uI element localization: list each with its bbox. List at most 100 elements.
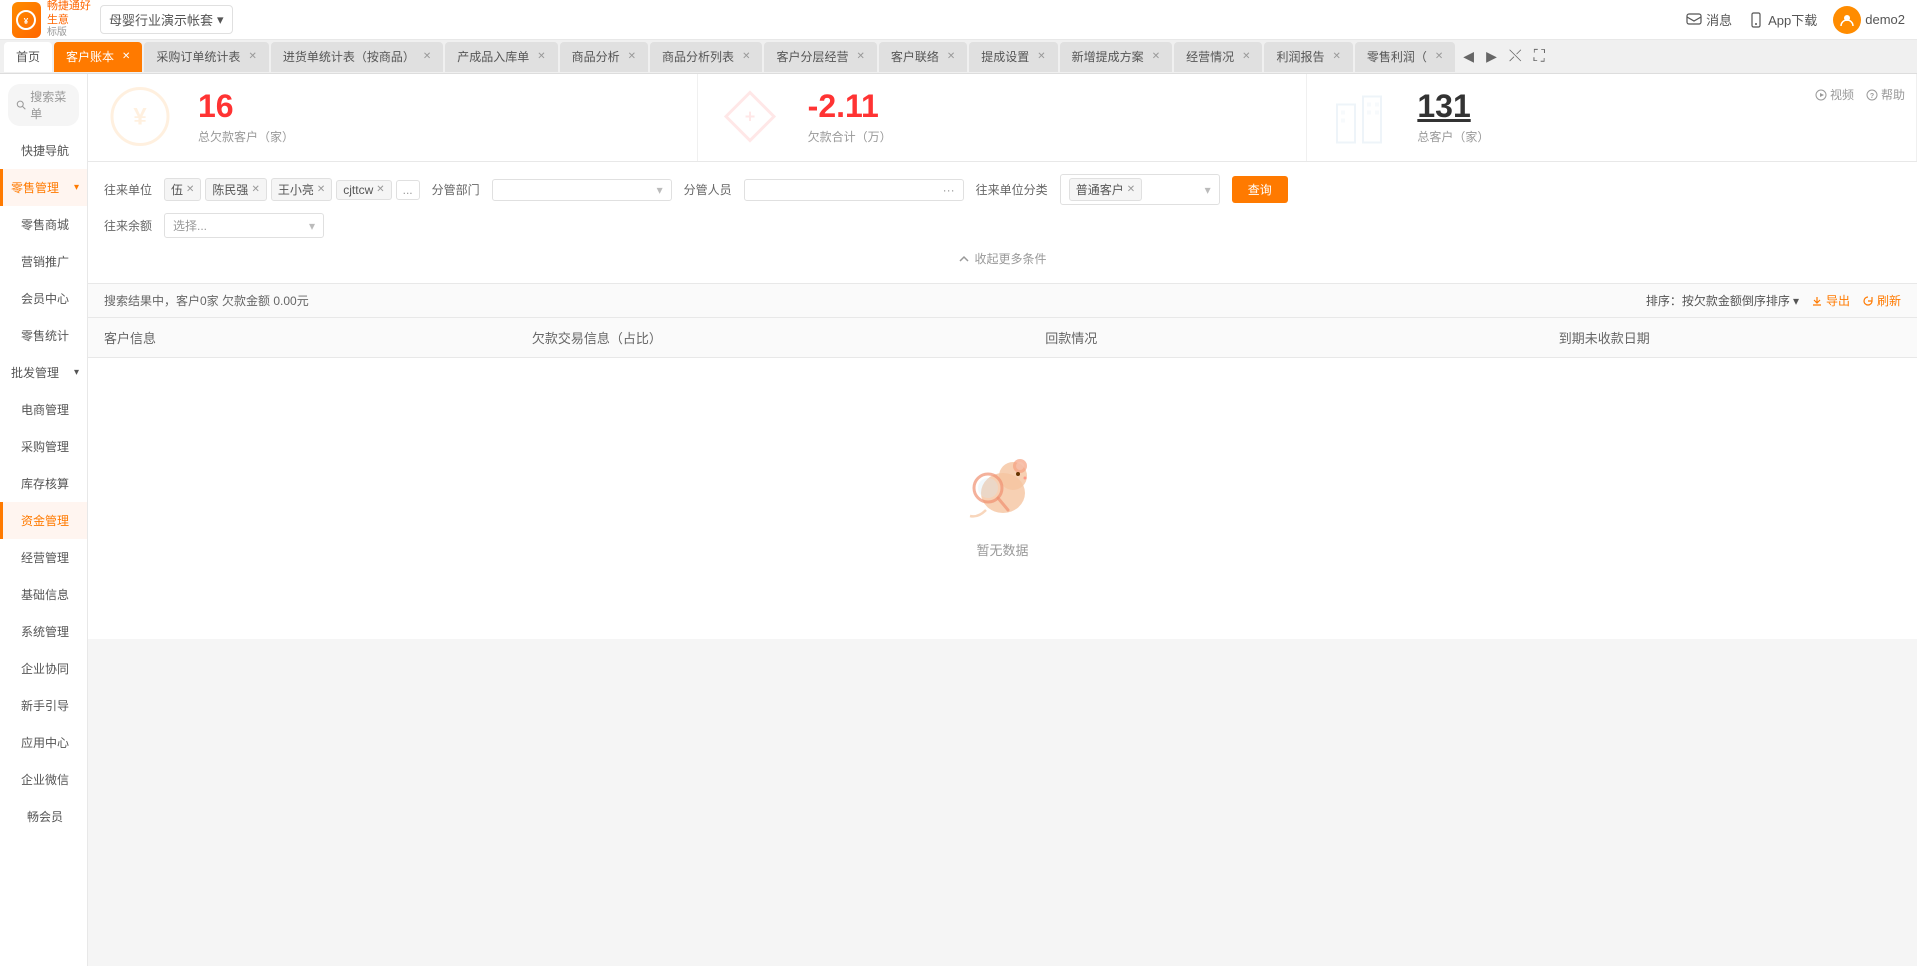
filter-tag-chen[interactable]: 陈民强 ✕ xyxy=(205,178,266,201)
filter-bar: 往来单位 伍 ✕ 陈民强 ✕ 王小亮 ✕ xyxy=(88,162,1917,284)
sidebar-item-quick-nav[interactable]: 快捷导航 xyxy=(0,132,87,169)
sidebar-item-inventory[interactable]: 库存核算 xyxy=(0,465,87,502)
sidebar-item-system[interactable]: 系统管理 xyxy=(0,613,87,650)
tab-customer-tier[interactable]: 客户分层经营 ✕ xyxy=(764,42,876,72)
tab-close-icon[interactable]: ✕ xyxy=(122,51,130,62)
sidebar-item-retail-mall[interactable]: 零售商城 xyxy=(0,206,87,243)
sidebar-item-purchase[interactable]: 采购管理 xyxy=(0,428,87,465)
tab-product-analysis-list[interactable]: 商品分析列表 ✕ xyxy=(650,42,762,72)
video-button[interactable]: 视频 xyxy=(1815,86,1854,103)
tab-close-icon[interactable]: ✕ xyxy=(248,51,256,62)
tab-home[interactable]: 首页 xyxy=(4,42,52,72)
tab-inbound-stats-label: 进货单统计表（按商品） xyxy=(283,48,415,65)
sidebar-item-wholesale[interactable]: 批发管理 ▾ xyxy=(0,354,87,391)
filter-tag-cjttcw[interactable]: cjttcw ✕ xyxy=(336,180,391,200)
collapse-button[interactable]: 收起更多条件 xyxy=(104,246,1901,271)
user-menu[interactable]: demo2 xyxy=(1833,6,1905,34)
help-button[interactable]: ? 帮助 xyxy=(1866,86,1905,103)
refresh-button[interactable]: 刷新 xyxy=(1862,292,1901,309)
tag-close-icon[interactable]: ✕ xyxy=(251,184,259,195)
tag-close-icon[interactable]: ✕ xyxy=(1127,184,1135,195)
tab-nav-prev[interactable]: ◀ xyxy=(1457,48,1480,65)
stat-label-total-customers: 总客户（家） xyxy=(1417,128,1489,145)
tag-close-icon[interactable]: ✕ xyxy=(186,184,194,195)
filter-more-button[interactable]: ... xyxy=(396,180,420,200)
tag-close-icon[interactable]: ✕ xyxy=(317,184,325,195)
sidebar-item-label: 系统管理 xyxy=(21,625,69,639)
tab-business-status-label: 经营情况 xyxy=(1186,48,1234,65)
tab-nav-close-all[interactable]: ⤬ xyxy=(1503,48,1528,66)
stat-value-debt-total: -2.11 xyxy=(808,90,892,122)
sort-dropdown[interactable]: 排序：按欠款金额倒序排序 ▾ xyxy=(1646,292,1799,309)
sidebar-item-retail-stats[interactable]: 零售统计 xyxy=(0,317,87,354)
sidebar-item-member[interactable]: 会员中心 xyxy=(0,280,87,317)
top-header: ¥ 畅捷通好生意 标版 母婴行业演示帐套 ▾ 消息 App下载 xyxy=(0,0,1917,40)
query-button[interactable]: 查询 xyxy=(1232,176,1288,203)
sidebar-item-retail[interactable]: 零售管理 ▾ xyxy=(0,169,87,206)
tab-inbound-stats[interactable]: 进货单统计表（按商品） ✕ xyxy=(271,42,443,72)
sidebar-item-finance[interactable]: 资金管理 xyxy=(0,502,87,539)
tab-product-inbound[interactable]: 产成品入库单 ✕ xyxy=(445,42,557,72)
tab-close-icon[interactable]: ✕ xyxy=(947,51,955,62)
tab-retail-profit[interactable]: 零售利润（ ✕ xyxy=(1355,42,1455,72)
unit-type-tag-label: 普通客户 xyxy=(1076,181,1124,198)
tab-close-icon[interactable]: ✕ xyxy=(537,51,545,62)
tab-product-analysis-label: 商品分析 xyxy=(572,48,620,65)
filter-balance-select[interactable]: 选择... ▾ xyxy=(164,213,324,238)
tab-product-analysis[interactable]: 商品分析 ✕ xyxy=(560,42,648,72)
sidebar-search-box[interactable]: 搜索菜单 xyxy=(8,84,79,126)
tab-close-icon[interactable]: ✕ xyxy=(1333,51,1341,62)
sidebar-item-marketing[interactable]: 营销推广 xyxy=(0,243,87,280)
chevron-icon: ▾ xyxy=(74,182,79,193)
sidebar-item-basic-info[interactable]: 基础信息 xyxy=(0,576,87,613)
filter-dept-select[interactable]: ▾ xyxy=(492,179,672,201)
tab-customer-ledger[interactable]: 客户账本 ✕ xyxy=(54,42,142,72)
tab-add-commission[interactable]: 新增提成方案 ✕ xyxy=(1060,42,1172,72)
sidebar-item-enterprise[interactable]: 企业协同 xyxy=(0,650,87,687)
result-bar: 搜索结果中，客户0家 欠款金额 0.00元 排序：按欠款金额倒序排序 ▾ 导出 xyxy=(88,284,1917,318)
tab-close-icon[interactable]: ✕ xyxy=(1242,51,1250,62)
sidebar-item-label: 库存核算 xyxy=(21,477,69,491)
account-selector[interactable]: 母婴行业演示帐套 ▾ xyxy=(100,5,233,34)
filter-tag-label: 陈民强 xyxy=(212,181,248,198)
filter-unit-type-tag[interactable]: 普通客户 ✕ xyxy=(1069,178,1142,201)
tab-close-icon[interactable]: ✕ xyxy=(1037,51,1045,62)
tab-close-icon[interactable]: ✕ xyxy=(423,51,431,62)
sidebar-item-app-center[interactable]: 应用中心 xyxy=(0,724,87,761)
filter-person-select[interactable]: ··· xyxy=(744,179,964,201)
sidebar-item-operations[interactable]: 经营管理 xyxy=(0,539,87,576)
tab-add-commission-label: 新增提成方案 xyxy=(1072,48,1144,65)
tab-business-status[interactable]: 经营情况 ✕ xyxy=(1174,42,1262,72)
svg-text:+: + xyxy=(744,106,755,126)
sidebar-item-wechat[interactable]: 企业微信 xyxy=(0,761,87,798)
sidebar-item-ecommerce[interactable]: 电商管理 xyxy=(0,391,87,428)
tab-fullscreen[interactable]: ⛶ xyxy=(1528,48,1551,66)
tag-close-icon[interactable]: ✕ xyxy=(376,184,384,195)
tab-close-icon[interactable]: ✕ xyxy=(856,51,864,62)
chevron-icon: ▾ xyxy=(74,367,79,378)
filter-unit-type-select[interactable]: 普通客户 ✕ ▾ xyxy=(1060,174,1220,205)
filter-tag-wu[interactable]: 伍 ✕ xyxy=(164,178,201,201)
tab-profit-report[interactable]: 利润报告 ✕ xyxy=(1264,42,1352,72)
tab-purchase-order[interactable]: 采购订单统计表 ✕ xyxy=(144,42,268,72)
tab-customer-contact[interactable]: 客户联络 ✕ xyxy=(879,42,967,72)
tab-close-icon[interactable]: ✕ xyxy=(1152,51,1160,62)
filter-dept-label: 分管部门 xyxy=(432,181,480,198)
export-button[interactable]: 导出 xyxy=(1811,292,1850,309)
tab-close-icon[interactable]: ✕ xyxy=(1435,51,1443,62)
tab-close-icon[interactable]: ✕ xyxy=(628,51,636,62)
tab-commission-settings[interactable]: 提成设置 ✕ xyxy=(969,42,1057,72)
sidebar-item-label: 基础信息 xyxy=(21,588,69,602)
app-download-button[interactable]: App下载 xyxy=(1748,10,1817,29)
collapse-label: 收起更多条件 xyxy=(974,250,1046,267)
filter-tag-wang[interactable]: 王小亮 ✕ xyxy=(271,178,332,201)
tab-close-icon[interactable]: ✕ xyxy=(742,51,750,62)
sidebar-item-vip-member[interactable]: 畅会员 xyxy=(0,798,87,835)
message-button[interactable]: 消息 xyxy=(1686,10,1732,29)
sidebar-item-newbie[interactable]: 新手引导 xyxy=(0,687,87,724)
main-layout: 搜索菜单 快捷导航 零售管理 ▾ 零售商城 营销推广 会员中心 零售统计 批发管… xyxy=(0,74,1917,966)
header-right: 消息 App下载 demo2 xyxy=(1686,6,1905,34)
col-header-repayment: 回款情况 xyxy=(1045,328,1558,347)
content-area: ¥ 16 总欠款客户（家） + -2.11 欠款合计（ xyxy=(88,74,1917,966)
tab-nav-next[interactable]: ▶ xyxy=(1480,48,1503,65)
